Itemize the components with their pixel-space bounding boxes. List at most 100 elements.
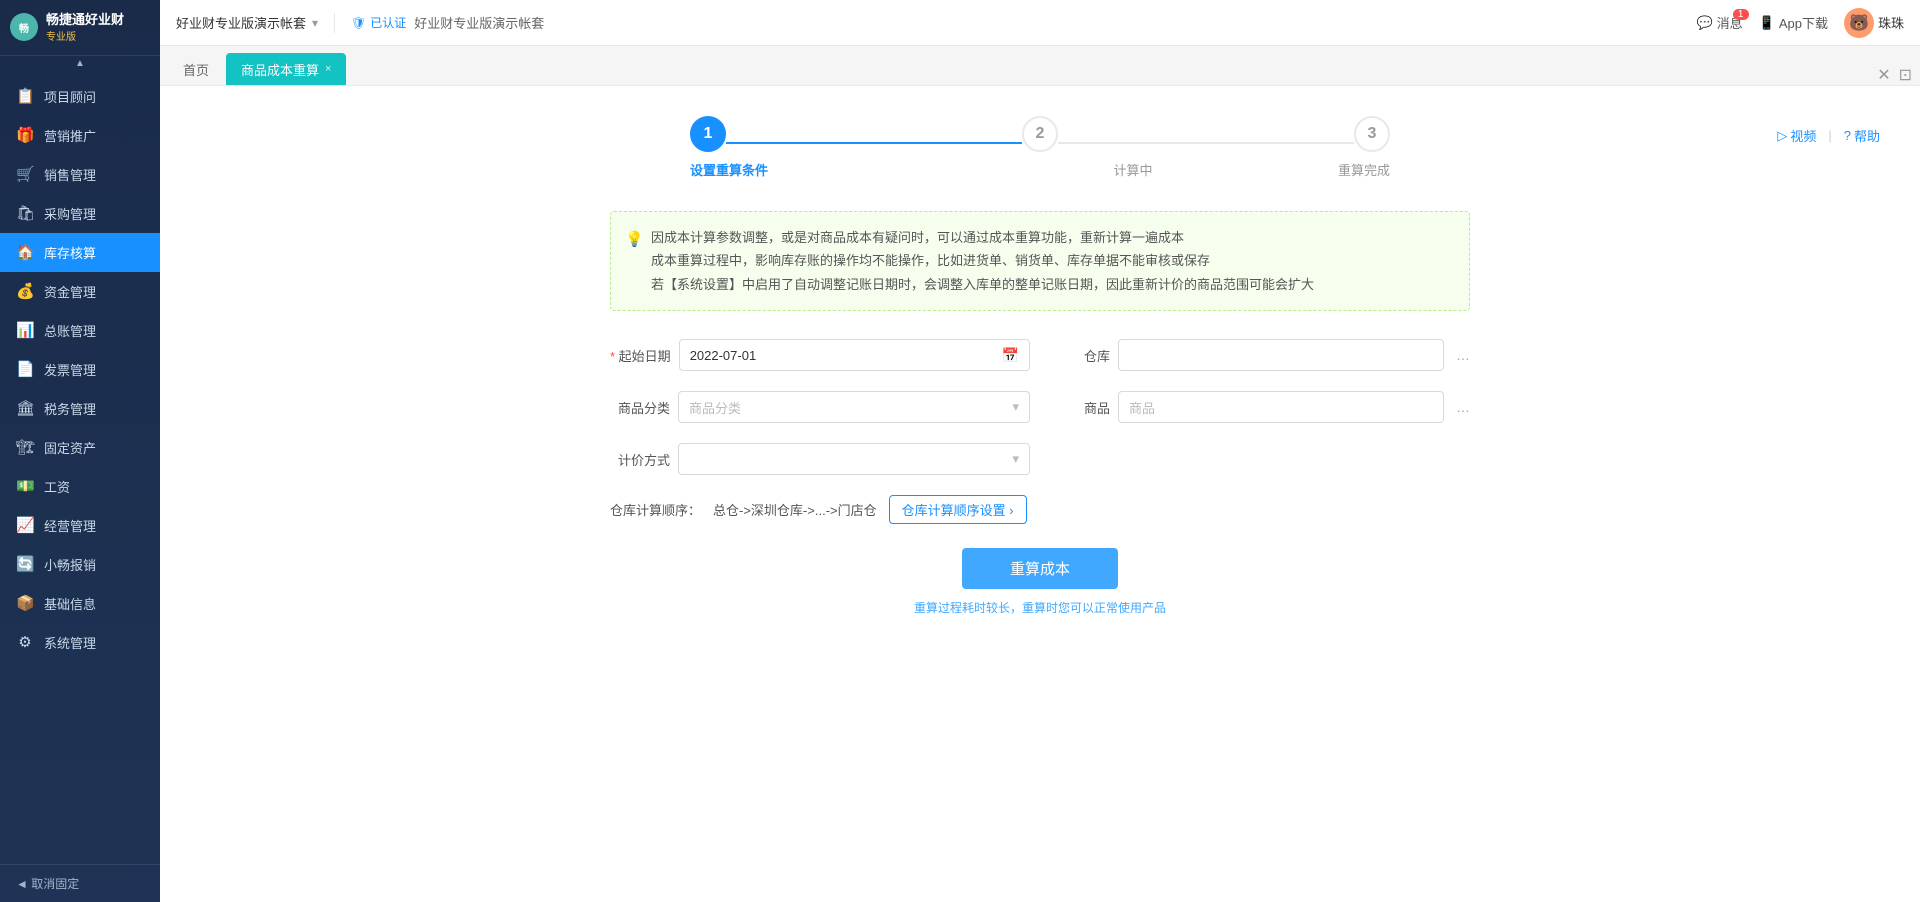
sidebar-item-label: 经营管理	[44, 516, 96, 535]
bulb-icon: 💡	[625, 226, 644, 253]
business-icon: 📈	[16, 516, 34, 534]
username: 珠珠	[1878, 13, 1904, 32]
warehouse-input[interactable]	[1118, 339, 1444, 371]
category-label: 商品分类	[610, 398, 670, 417]
sidebar-item-label: 采购管理	[44, 204, 96, 223]
topbar-right: 💬 消息 1 📱 App下载 🐻 珠珠	[1696, 8, 1904, 38]
sidebar-item-label: 销售管理	[44, 165, 96, 184]
sidebar-item-system[interactable]: ⚙ 系统管理	[0, 623, 160, 662]
dropdown-icon: ▾	[1012, 451, 1019, 467]
scroll-up[interactable]: ▲	[0, 56, 160, 71]
topbar-account-full: 好业财专业版演示帐套	[414, 13, 544, 32]
category-select[interactable]: 商品分类 ▾	[678, 391, 1030, 423]
purchase-icon: 🛍	[16, 204, 34, 222]
sidebar-item-project[interactable]: 📋 项目顾问	[0, 77, 160, 116]
sidebar-nav: 📋 项目顾问 🎁 营销推广 🛒 销售管理 🛍 采购管理 🏠 库存核算 💰 资金管…	[0, 71, 160, 864]
warehouse-order-settings-button[interactable]: 仓库计算顺序设置 ›	[889, 495, 1027, 524]
sidebar-item-expense[interactable]: 🔄 小畅报销	[0, 545, 160, 584]
sidebar-item-tax[interactable]: 🏛 税务管理	[0, 389, 160, 428]
tab-close-icon[interactable]: ×	[325, 63, 331, 75]
sidebar-item-invoice[interactable]: 📄 发票管理	[0, 350, 160, 389]
help-divider: |	[1828, 128, 1831, 143]
user-avatar[interactable]: 🐻 珠珠	[1844, 8, 1904, 38]
step-2-num: 2	[1036, 125, 1045, 143]
start-date-input[interactable]: 2022-07-01 📅	[679, 339, 1030, 371]
sidebar-item-label: 固定资产	[44, 438, 96, 457]
steps-container: 1 2 3	[200, 116, 1880, 179]
question-icon: ?	[1844, 128, 1851, 143]
recalc-hint: 重算过程耗时较长，重算时您可以正常使用产品	[610, 599, 1470, 616]
tab-active-label: 商品成本重算	[241, 60, 319, 79]
step-1-label: 设置重算条件	[690, 160, 768, 179]
sidebar-item-label: 系统管理	[44, 633, 96, 652]
sidebar-item-finance[interactable]: 💰 资金管理	[0, 272, 160, 311]
tab-cost-recalc[interactable]: 商品成本重算 ×	[226, 53, 346, 85]
inventory-icon: 🏠	[16, 243, 34, 261]
start-date-group: 起始日期 2022-07-01 📅	[610, 339, 1030, 371]
sidebar-header: 畅 畅捷通好业财 专业版	[0, 0, 160, 56]
sidebar-item-label: 小畅报销	[44, 555, 96, 574]
dropdown-icon: ▾	[1012, 399, 1019, 415]
video-link[interactable]: ▷ 视频	[1777, 126, 1816, 145]
tab-home[interactable]: 首页	[168, 53, 224, 85]
warehouse-order-label: 仓库计算顺序：	[610, 500, 701, 519]
unpin-label: ◄ 取消固定	[16, 875, 79, 892]
price-method-select[interactable]: ▾	[678, 443, 1030, 475]
calendar-icon[interactable]: 📅	[1002, 347, 1019, 364]
sidebar-item-purchase[interactable]: 🛍 采购管理	[0, 194, 160, 233]
help-link[interactable]: ? 帮助	[1844, 126, 1880, 145]
step-1: 1	[690, 116, 726, 152]
message-button[interactable]: 💬 消息 1	[1696, 13, 1742, 32]
sidebar-item-business[interactable]: 📈 经营管理	[0, 506, 160, 545]
category-placeholder: 商品分类	[689, 398, 741, 417]
connector-2	[1058, 142, 1354, 144]
accounting-icon: 📊	[16, 321, 34, 339]
sidebar-item-accounting[interactable]: 📊 总账管理	[0, 311, 160, 350]
sidebar-pro: 专业版	[46, 28, 124, 43]
step-3-label: 重算完成	[1338, 160, 1390, 179]
sidebar-item-label: 基础信息	[44, 594, 96, 613]
notice-line-1: 因成本计算参数调整，或是对商品成本有疑问时，可以通过成本重算功能，重新计算一遍成…	[651, 226, 1453, 249]
sidebar-item-sales[interactable]: 🛒 销售管理	[0, 155, 160, 194]
sidebar-item-inventory[interactable]: 🏠 库存核算	[0, 233, 160, 272]
maximize-icon[interactable]: ⊡	[1899, 65, 1912, 85]
warehouse-order-btn-label: 仓库计算顺序设置 ›	[902, 500, 1014, 519]
avatar: 🐻	[1844, 8, 1874, 38]
step-1-circle: 1	[690, 116, 726, 152]
topbar-account-selector[interactable]: 好业财专业版演示帐套 ▾	[176, 13, 318, 32]
message-badge: 1	[1733, 9, 1749, 20]
recalc-button[interactable]: 重算成本	[962, 548, 1118, 589]
app-download-button[interactable]: 📱 App下载	[1759, 13, 1828, 32]
account-name: 好业财专业版演示帐套	[176, 13, 306, 32]
assets-icon: 🏗	[16, 438, 34, 456]
sidebar-item-marketing[interactable]: 🎁 营销推广	[0, 116, 160, 155]
play-icon: ▷	[1777, 128, 1787, 144]
goods-input[interactable]: 商品	[1118, 391, 1444, 423]
form-row-3: 计价方式 ▾	[610, 443, 1470, 475]
warehouse-order-value: 总仓->深圳仓库->...->门店仓	[713, 500, 877, 519]
goods-more-icon[interactable]: …	[1456, 399, 1470, 415]
sidebar-unpin[interactable]: ◄ 取消固定	[0, 864, 160, 902]
step-2-label: 计算中	[1113, 160, 1152, 179]
help-links: ▷ 视频 | ? 帮助	[1777, 126, 1880, 145]
price-method-group: 计价方式 ▾	[610, 443, 1030, 475]
dropdown-icon: ▾	[312, 16, 318, 30]
form-section: 起始日期 2022-07-01 📅 仓库 … 商品分类	[610, 339, 1470, 616]
topbar: 好业财专业版演示帐套 ▾ 🛡 已认证 好业财专业版演示帐套 💬 消息 1 📱 A…	[160, 0, 1920, 46]
content-area: 1 2 3	[160, 86, 1920, 902]
sidebar-item-label: 税务管理	[44, 399, 96, 418]
expense-icon: 🔄	[16, 555, 34, 573]
step-2: 2	[1022, 116, 1058, 152]
sidebar-item-label: 营销推广	[44, 126, 96, 145]
sidebar-item-assets[interactable]: 🏗 固定资产	[0, 428, 160, 467]
category-group: 商品分类 商品分类 ▾	[610, 391, 1030, 423]
sidebar-item-salary[interactable]: 💵 工资	[0, 467, 160, 506]
close-window-icon[interactable]: ✕	[1877, 65, 1890, 85]
step-3-circle: 3	[1354, 116, 1390, 152]
start-date-value: 2022-07-01	[690, 348, 757, 363]
form-row-2: 商品分类 商品分类 ▾ 商品 商品 …	[610, 391, 1470, 423]
system-icon: ⚙	[16, 633, 34, 651]
sidebar-item-basic[interactable]: 📦 基础信息	[0, 584, 160, 623]
warehouse-more-icon[interactable]: …	[1456, 347, 1470, 363]
app-label: App下载	[1779, 13, 1828, 32]
